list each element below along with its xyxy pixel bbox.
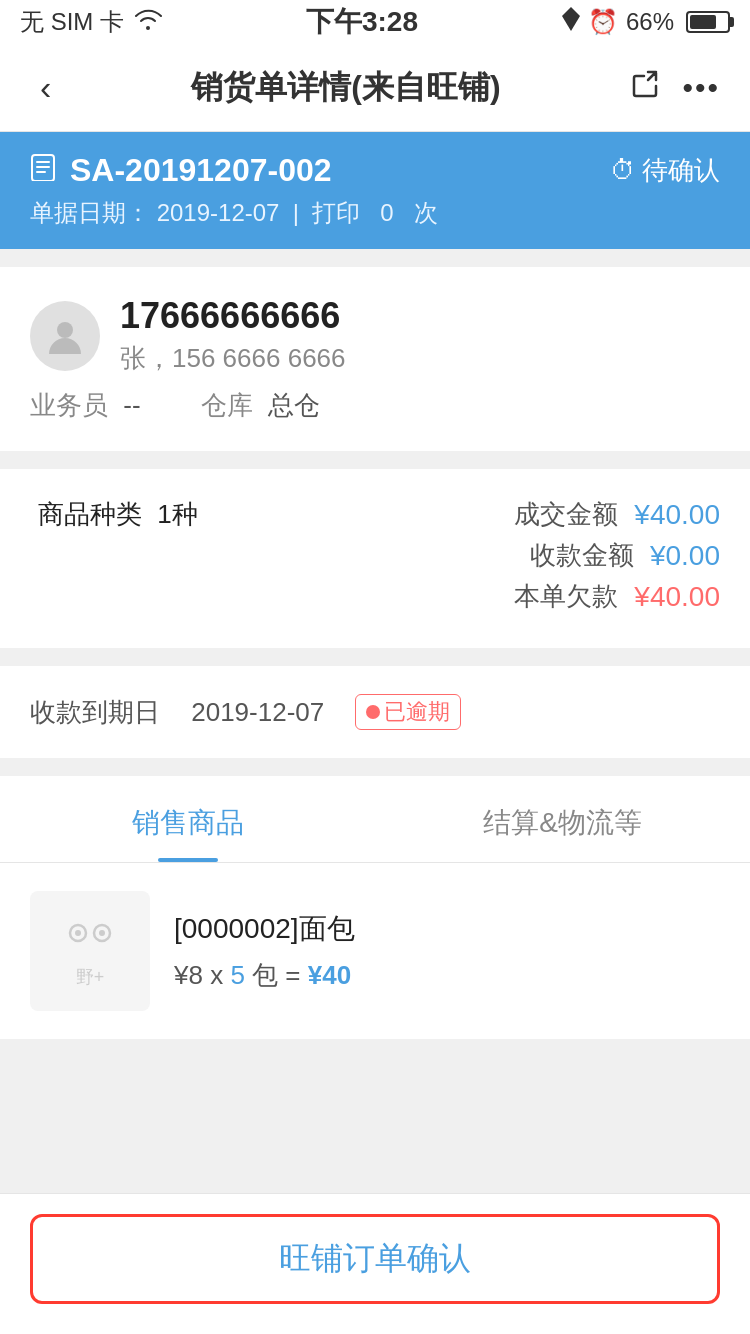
- amount-debt: 本单欠款 ¥40.00: [514, 579, 720, 614]
- status-bar-time: 下午3:28: [306, 3, 418, 41]
- product-price: ¥8 x 5 包 = ¥40: [174, 958, 720, 993]
- svg-point-1: [57, 322, 73, 338]
- product-thumbnail: 野+: [30, 891, 150, 1011]
- nav-bar: ‹ 销货单详情(来自旺铺) •••: [0, 44, 750, 132]
- alarm-icon: ⏰: [588, 8, 618, 36]
- header-card: SA-20191207-002 ⏱ 待确认 单据日期： 2019-12-07 |…: [0, 132, 750, 249]
- sales-info: 业务员 --: [30, 388, 141, 423]
- avatar: [30, 301, 100, 371]
- confirm-order-button[interactable]: 旺铺订单确认: [30, 1214, 720, 1304]
- order-id: SA-20191207-002: [30, 152, 332, 189]
- battery-icon: [686, 11, 730, 33]
- order-id-icon: [30, 152, 60, 189]
- amount-received: 收款金额 ¥0.00: [514, 538, 720, 573]
- svg-point-5: [99, 930, 105, 936]
- status-bar: 无 SIM 卡 下午3:28 ⏰ 66%: [0, 0, 750, 44]
- tabs-row: 销售商品 结算&物流等: [0, 776, 750, 863]
- status-clock-icon: ⏱: [610, 155, 636, 186]
- overdue-badge: 已逾期: [355, 694, 461, 730]
- more-button[interactable]: •••: [682, 71, 720, 105]
- share-button[interactable]: [630, 68, 662, 107]
- customer-name: 张，156 6666 6666: [120, 341, 346, 376]
- product-info: [0000002]面包 ¥8 x 5 包 = ¥40: [174, 910, 720, 993]
- tab-sales-products[interactable]: 销售商品: [0, 776, 375, 862]
- product-type: 商品种类 1种: [30, 497, 198, 532]
- status-bar-left: 无 SIM 卡: [20, 6, 162, 38]
- customer-phone: 17666666666: [120, 295, 346, 337]
- product-thumb-eyes-icon: [60, 913, 120, 961]
- bottom-button-container: 旺铺订单确认: [0, 1193, 750, 1334]
- battery-percent: 66%: [626, 8, 674, 36]
- warehouse-info: 仓库 总仓: [201, 388, 320, 423]
- customer-info: 17666666666 张，156 6666 6666: [120, 295, 346, 376]
- back-button[interactable]: ‹: [30, 58, 61, 117]
- product-item: 野+ [0000002]面包 ¥8 x 5 包 = ¥40: [0, 863, 750, 1039]
- summary-section: 商品种类 1种 成交金额 ¥40.00 收款金额 ¥0.00 本单欠款 ¥40.…: [0, 469, 750, 648]
- due-date-section: 收款到期日 2019-12-07 已逾期: [0, 666, 750, 758]
- header-date: 单据日期： 2019-12-07 | 打印 0 次: [30, 197, 720, 229]
- tab-settlement[interactable]: 结算&物流等: [375, 776, 750, 862]
- nav-actions: •••: [630, 68, 720, 107]
- page-title: 销货单详情(来自旺铺): [191, 66, 500, 110]
- product-thumb-label: 野+: [76, 965, 105, 989]
- status-bar-right: ⏰ 66%: [562, 7, 730, 37]
- carrier-text: 无 SIM 卡: [20, 6, 124, 38]
- overdue-dot-icon: [366, 705, 380, 719]
- amount-deal: 成交金额 ¥40.00: [514, 497, 720, 532]
- product-name: [0000002]面包: [174, 910, 720, 948]
- tabs-container: 销售商品 结算&物流等 野+ [0000002]面包: [0, 776, 750, 1039]
- location-icon: [562, 7, 580, 37]
- svg-point-4: [75, 930, 81, 936]
- amounts-right: 成交金额 ¥40.00 收款金额 ¥0.00 本单欠款 ¥40.00: [514, 497, 720, 620]
- order-status: ⏱ 待确认: [610, 153, 720, 188]
- wifi-icon: [134, 8, 162, 36]
- customer-section: 17666666666 张，156 6666 6666 业务员 -- 仓库 总仓: [0, 267, 750, 451]
- customer-meta: 业务员 -- 仓库 总仓: [30, 388, 720, 423]
